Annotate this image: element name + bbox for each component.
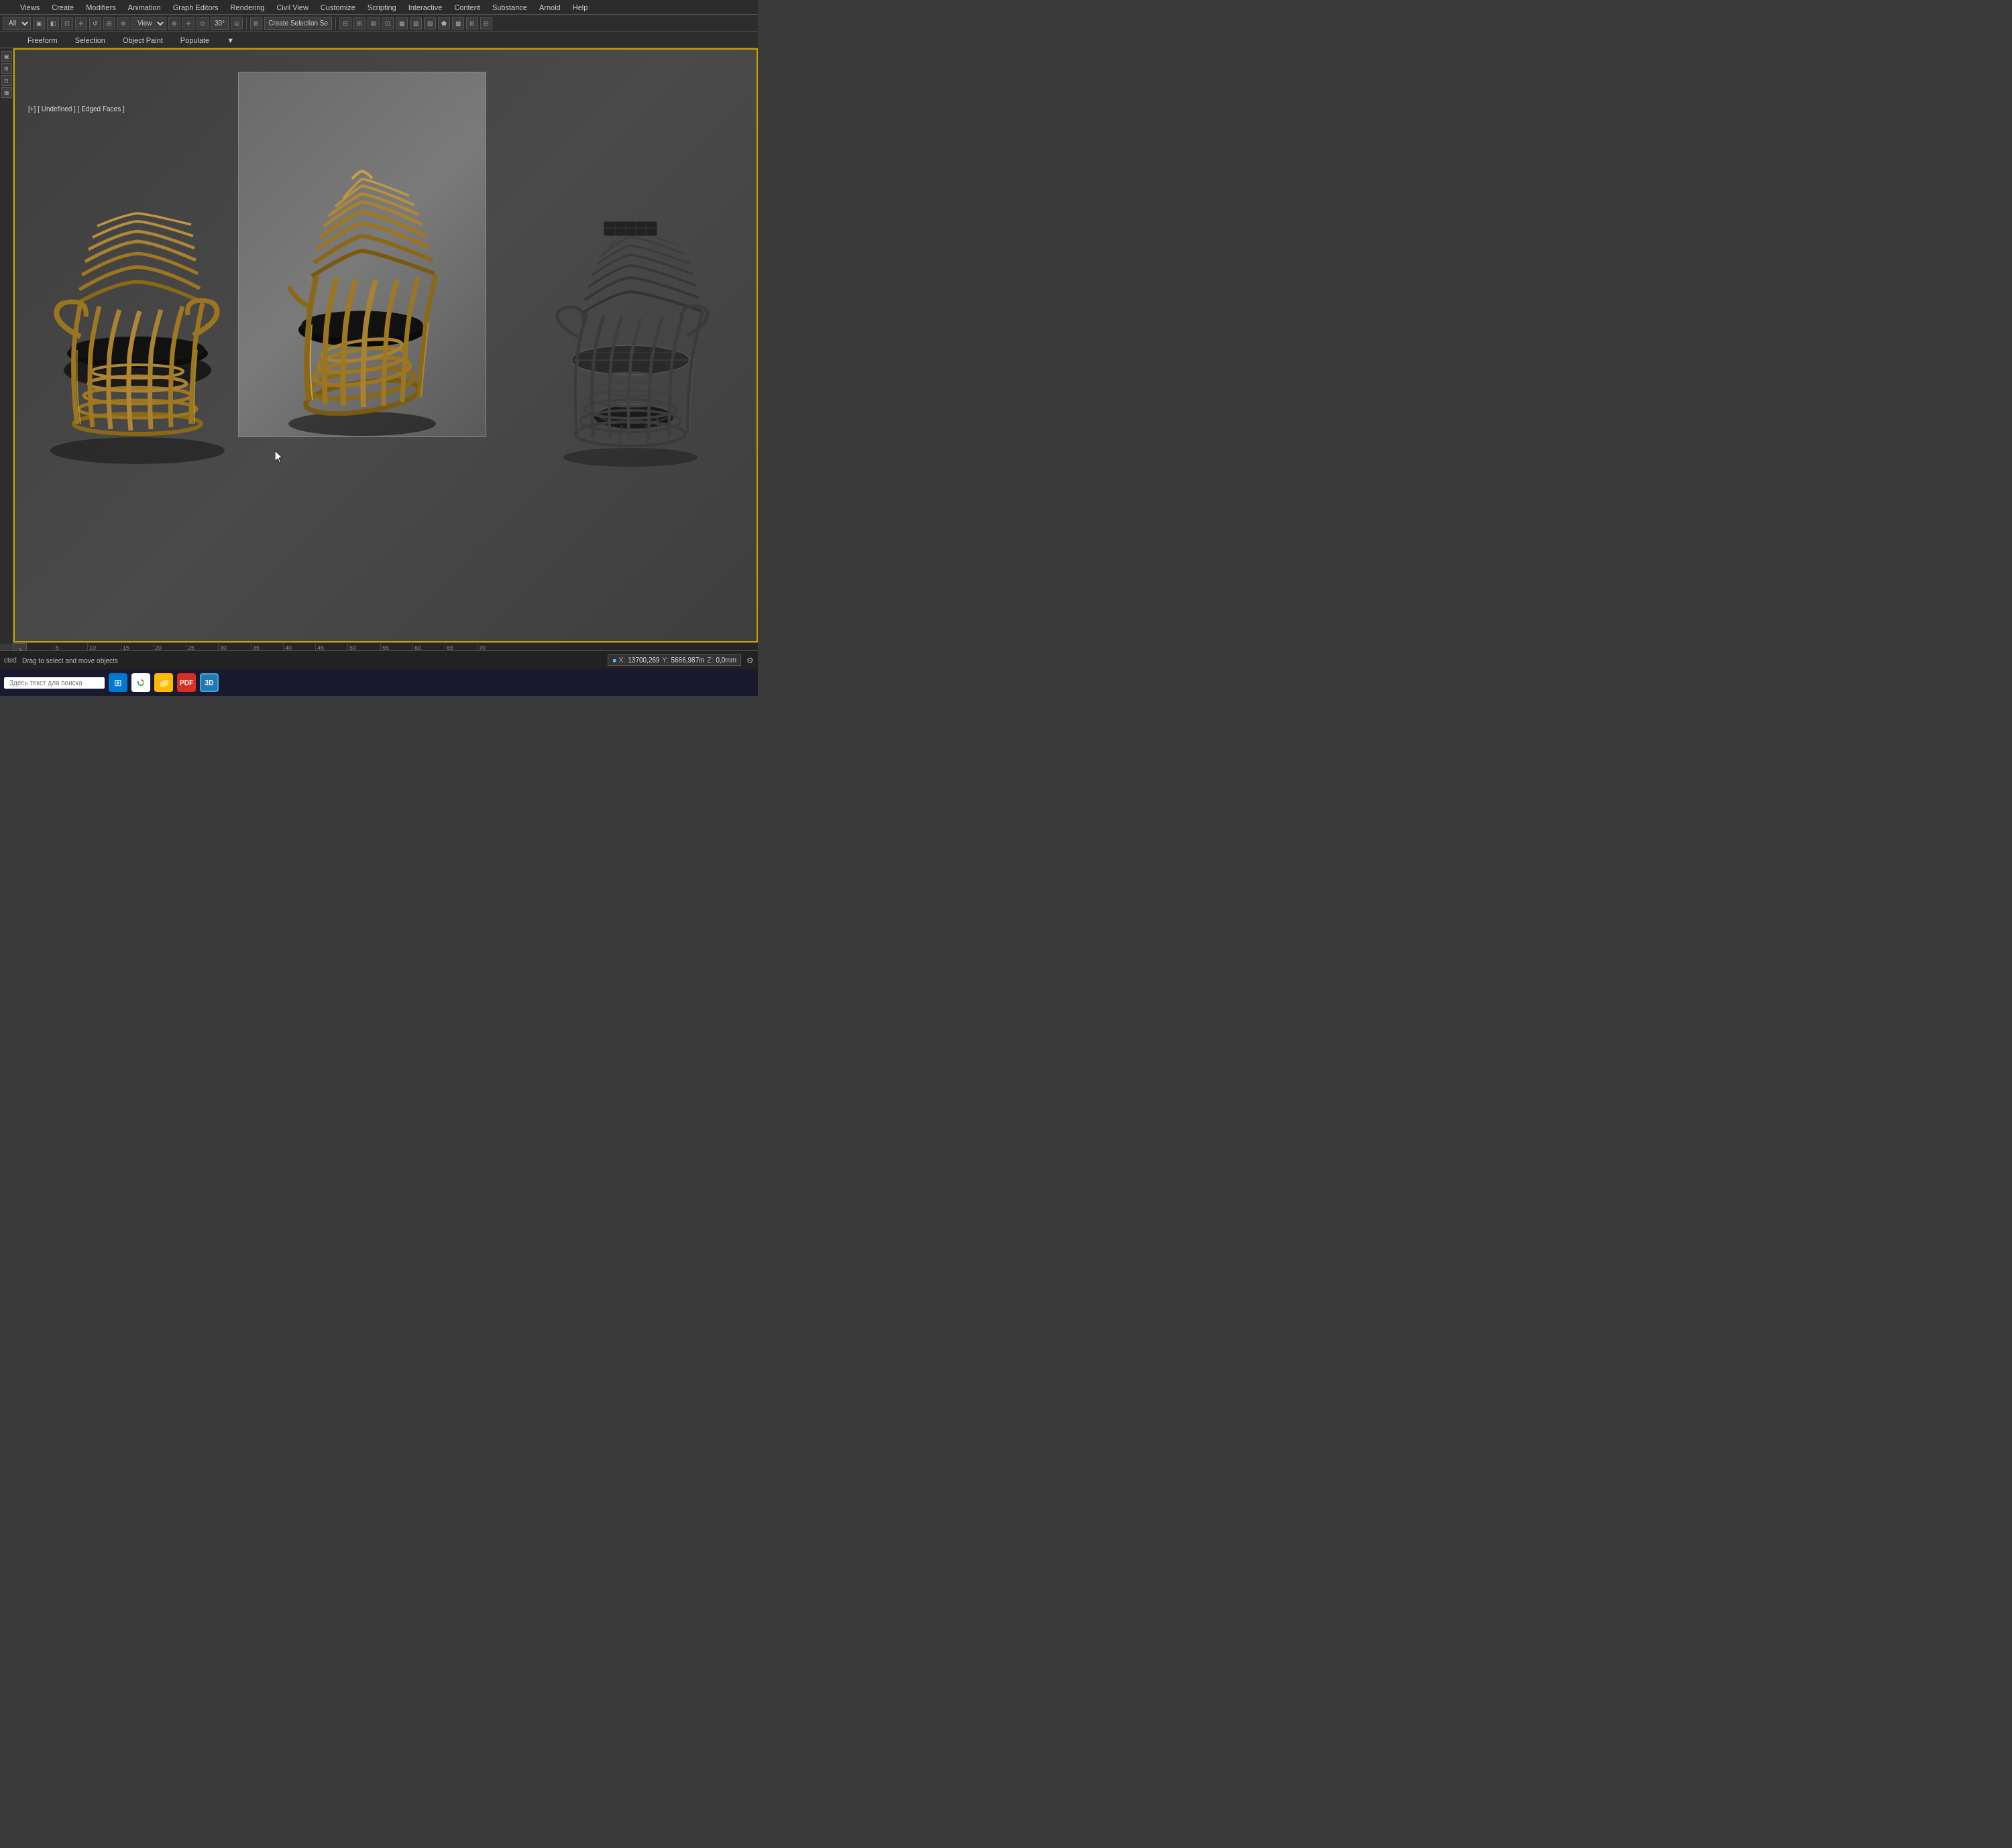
menu-item-substance[interactable]: Substance bbox=[487, 2, 533, 13]
camera-icon[interactable]: ▨ bbox=[424, 17, 436, 30]
sub-tab-selection[interactable]: Selection bbox=[68, 34, 113, 46]
taskbar: ⊞ 📁 PDF 3D bbox=[0, 669, 758, 696]
coord-z-label: Z: bbox=[708, 656, 714, 664]
sub-tab-dropdown[interactable]: ▼ bbox=[219, 34, 241, 46]
sub-tab-object-paint[interactable]: Object Paint bbox=[115, 34, 170, 46]
create-selection-btn[interactable]: Create Selection Se bbox=[264, 17, 332, 30]
windows-taskbar-icon[interactable]: ⊞ bbox=[109, 673, 127, 692]
sub-tab-populate[interactable]: Populate bbox=[173, 34, 217, 46]
render-frame-icon[interactable]: ▧ bbox=[410, 17, 422, 30]
left-panel: ▣ ⊞ ⊡ ▦ bbox=[0, 48, 13, 644]
coord-y-value: 5666,987m bbox=[671, 656, 705, 664]
coord-x-value: 13700,269 bbox=[628, 656, 659, 664]
environment-icon[interactable]: ▩ bbox=[452, 17, 464, 30]
menu-item-arnold[interactable]: Arnold bbox=[534, 2, 566, 13]
menu-item-file[interactable] bbox=[3, 6, 13, 9]
settings-icon[interactable]: ⚙ bbox=[746, 656, 754, 665]
svg-point-9 bbox=[288, 412, 436, 436]
coord-x-icon: ■ bbox=[612, 657, 616, 664]
snap-toggle-icon[interactable]: ⊕ bbox=[168, 17, 180, 30]
angle-display: 30° bbox=[211, 17, 229, 30]
chair-center-container bbox=[235, 68, 490, 451]
separator-1 bbox=[246, 17, 247, 30]
chair-center-svg bbox=[235, 68, 490, 451]
mode-dropdown[interactable]: All bbox=[3, 17, 31, 30]
coord-y-label: Y: bbox=[663, 656, 669, 664]
search-input[interactable] bbox=[4, 677, 105, 689]
chrome-taskbar-icon[interactable] bbox=[131, 673, 150, 692]
menu-bar: Views Create Modifiers Animation Graph E… bbox=[0, 0, 758, 15]
menu-item-interactive[interactable]: Interactive bbox=[403, 2, 448, 13]
menu-item-customize[interactable]: Customize bbox=[315, 2, 361, 13]
array-icon[interactable]: ⊞ bbox=[353, 17, 366, 30]
status-bar: cted Drag to select and move objects ■ X… bbox=[0, 650, 758, 669]
mirror-icon[interactable]: ⊟ bbox=[339, 17, 351, 30]
selection-info: cted bbox=[4, 656, 17, 664]
menu-item-content[interactable]: Content bbox=[449, 2, 486, 13]
chair-right-container bbox=[516, 115, 744, 471]
menu-item-animation[interactable]: Animation bbox=[123, 2, 166, 13]
sub-tab-empty[interactable] bbox=[3, 38, 17, 42]
redo-icon[interactable]: ⊞ bbox=[103, 17, 115, 30]
svg-point-11 bbox=[302, 311, 423, 338]
menu-item-modifiers[interactable]: Modifiers bbox=[80, 2, 121, 13]
region-select-icon[interactable]: ⊡ bbox=[61, 17, 73, 30]
snap-icon[interactable]: ⊕ bbox=[117, 17, 129, 30]
menu-item-help[interactable]: Help bbox=[567, 2, 594, 13]
view-dropdown[interactable]: View bbox=[131, 17, 166, 30]
align-icon[interactable]: ⊠ bbox=[368, 17, 380, 30]
percent-snap-icon[interactable]: ⊙ bbox=[197, 17, 209, 30]
menu-item-create[interactable]: Create bbox=[46, 2, 79, 13]
coord-z-value: 0,0mm bbox=[716, 656, 736, 664]
select-tool-icon[interactable]: ▣ bbox=[33, 17, 45, 30]
hierarchy-icon[interactable]: ⊞ bbox=[250, 17, 262, 30]
spinner-icon[interactable]: ◎ bbox=[231, 17, 243, 30]
folder-taskbar-icon[interactable]: 📁 bbox=[154, 673, 173, 692]
render-setup-icon[interactable]: ▦ bbox=[396, 17, 408, 30]
separator-2 bbox=[335, 17, 336, 30]
svg-rect-38 bbox=[604, 221, 657, 236]
angle-snap-icon[interactable]: ✛ bbox=[182, 17, 194, 30]
sub-toolbar: Freeform Selection Object Paint Populate… bbox=[0, 32, 758, 48]
chair-right-svg bbox=[516, 115, 744, 471]
chair-left-container bbox=[13, 89, 262, 477]
coord-x-label: X: bbox=[619, 656, 625, 664]
svg-point-0 bbox=[50, 437, 225, 464]
menu-item-scripting[interactable]: Scripting bbox=[362, 2, 402, 13]
chair-left-svg bbox=[13, 89, 262, 477]
menu-item-rendering[interactable]: Rendering bbox=[225, 2, 270, 13]
select-filter-icon[interactable]: ◧ bbox=[47, 17, 59, 30]
main-toolbar: All ▣ ◧ ⊡ ✛ ↺ ⊞ ⊕ View ⊕ ✛ ⊙ 30° ◎ ⊞ Cre… bbox=[0, 15, 758, 32]
menu-item-views[interactable]: Views bbox=[15, 2, 45, 13]
light-icon[interactable]: ⬟ bbox=[438, 17, 450, 30]
svg-point-47 bbox=[139, 681, 143, 685]
effect-icon[interactable]: ⊞ bbox=[466, 17, 478, 30]
left-btn-2[interactable]: ⊞ bbox=[1, 63, 12, 74]
undo-icon[interactable]: ↺ bbox=[89, 17, 101, 30]
menu-item-civil-view[interactable]: Civil View bbox=[271, 2, 313, 13]
status-text: Drag to select and move objects bbox=[22, 657, 118, 665]
menu-item-graph-editors[interactable]: Graph Editors bbox=[168, 2, 224, 13]
left-btn-1[interactable]: ▣ bbox=[1, 51, 12, 62]
pdf-taskbar-icon[interactable]: PDF bbox=[177, 673, 196, 692]
render-icon[interactable]: ⊟ bbox=[480, 17, 492, 30]
left-btn-4[interactable]: ▦ bbox=[1, 87, 12, 98]
viewport[interactable]: [+] [ Undefined ] [ Edged Faces ] bbox=[13, 48, 758, 642]
svg-point-17 bbox=[563, 448, 697, 467]
layer-icon[interactable]: ⊡ bbox=[382, 17, 394, 30]
3dsmax-taskbar-icon[interactable]: 3D bbox=[200, 673, 219, 692]
sub-tab-freeform[interactable]: Freeform bbox=[20, 34, 65, 46]
move-icon[interactable]: ✛ bbox=[75, 17, 87, 30]
left-btn-3[interactable]: ⊡ bbox=[1, 75, 12, 86]
